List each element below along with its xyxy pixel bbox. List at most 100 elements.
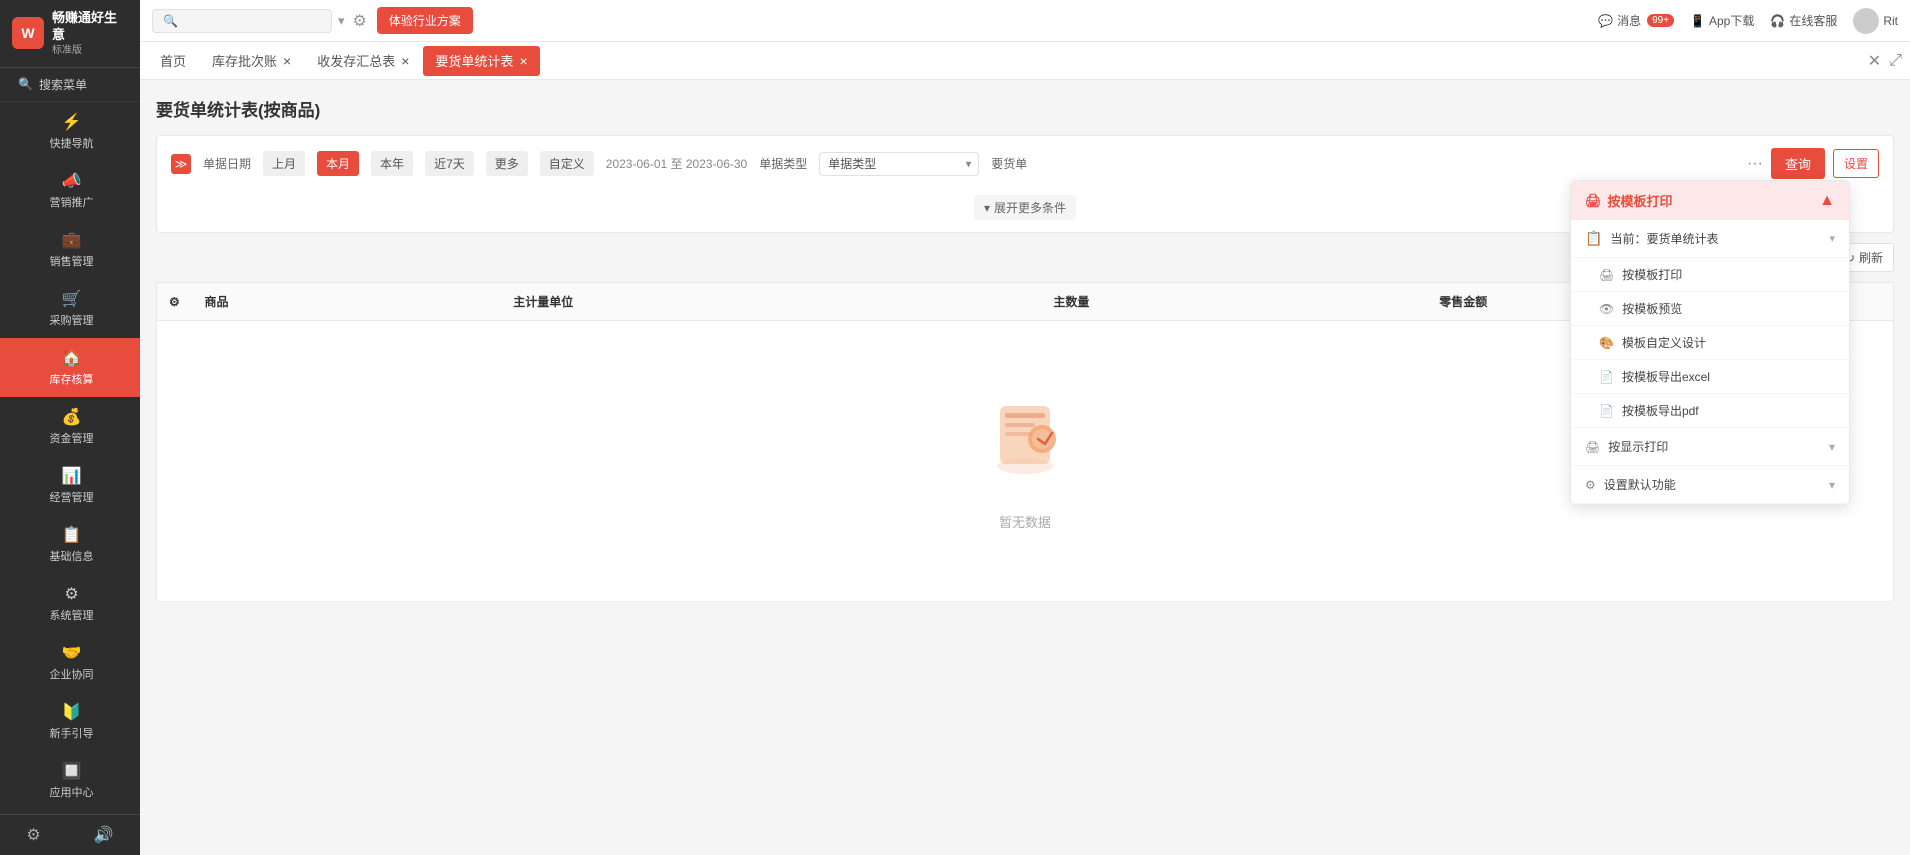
sidebar-item-xitong[interactable]: ⚙ 系统管理 — [0, 574, 140, 633]
service-icon: 🎧 — [1770, 14, 1785, 28]
user-name: Rit — [1883, 14, 1898, 28]
date-btn-jin7[interactable]: 近7天 — [425, 151, 474, 176]
filter-expand-icon[interactable]: ≫ — [171, 154, 191, 174]
trial-button[interactable]: 体验行业方案 — [377, 7, 473, 34]
sidebar-item-xiaoshou[interactable]: 💼 销售管理 — [0, 220, 140, 279]
dropdown-template-preview[interactable]: 👁 按模板预览 — [1571, 292, 1849, 326]
tab-kucun_pici[interactable]: 库存批次账× — [200, 46, 303, 76]
nav-label-yingxiao: 营销推广 — [50, 194, 94, 210]
nav-icon-yingyong: 🔲 — [62, 761, 82, 781]
logo-icon: W — [12, 17, 44, 49]
nav-label-xiaoshou: 销售管理 — [50, 253, 94, 269]
tab-label-yaohuo_tongji: 要货单统计表 — [435, 51, 513, 70]
header-right: 💬 消息 99+ 📱 App下载 🎧 在线客服 Rit — [1598, 8, 1898, 34]
date-filter-label: 单据日期 — [203, 155, 251, 172]
sidebar-item-kucun[interactable]: 🏠 库存核算 — [0, 338, 140, 397]
type-select-wrap: 单据类型 要货单 — [819, 152, 979, 176]
type-select[interactable]: 单据类型 要货单 — [819, 152, 979, 176]
sidebar-item-caigou[interactable]: 🛒 采购管理 — [0, 279, 140, 338]
tab-home[interactable]: 首页 — [148, 46, 198, 76]
export-pdf-icon: 📄 — [1599, 404, 1614, 418]
print-dropdown-panel: 🖨 按模板打印 ▲ 📋 当前：要货单统计表 ▾ 🖨 按模板打印 👁 按模板预览 … — [1570, 180, 1850, 505]
tab-close-shoufa_huizong[interactable]: × — [401, 53, 409, 69]
header-search-dropdown[interactable]: ▾ — [338, 13, 345, 29]
tab-shoufa_huizong[interactable]: 收发存汇总表 × — [305, 46, 421, 76]
sidebar-item-zijin[interactable]: 💰 资金管理 — [0, 397, 140, 456]
date-btn-zidingyi[interactable]: 自定义 — [540, 151, 594, 176]
nav-label-zijin: 资金管理 — [50, 430, 94, 446]
header-app-download[interactable]: 📱 App下载 — [1690, 12, 1754, 29]
template-print-icon: 🖨 — [1599, 268, 1614, 282]
nav-label-qiye: 企业协同 — [50, 666, 94, 682]
yaohuo-label: 要货单 — [991, 155, 1027, 172]
sidebar-item-jichu[interactable]: 📋 基础信息 — [0, 515, 140, 574]
sidebar-item-kuaijie[interactable]: ⚡ 快捷导航 — [0, 102, 140, 161]
settings-button[interactable]: 设置 — [1833, 149, 1879, 178]
date-btn-shangyue[interactable]: 上月 — [263, 151, 305, 176]
dropdown-template-export-excel[interactable]: 📄 按模板导出excel — [1571, 360, 1849, 394]
message-label: 消息 — [1617, 12, 1641, 29]
query-button[interactable]: 查询 — [1771, 148, 1825, 179]
dropdown-template-print[interactable]: 🖨 按模板打印 — [1571, 258, 1849, 292]
header-online-service[interactable]: 🎧 在线客服 — [1770, 12, 1837, 29]
dropdown-header: 🖨 按模板打印 ▲ — [1571, 181, 1849, 220]
header-search-input[interactable] — [178, 14, 308, 28]
tab-close-kucun_pici[interactable]: × — [283, 53, 291, 69]
tab-label-shoufa_huizong: 收发存汇总表 — [317, 51, 395, 70]
col-settings[interactable]: ⚙ — [157, 283, 193, 321]
window-expand-btn[interactable]: ⤢ — [1889, 52, 1902, 70]
empty-text: 暂无数据 — [169, 512, 1881, 531]
settings-bottom-icon[interactable]: ⚙ — [26, 825, 40, 845]
version-label: 标准版 — [52, 44, 128, 57]
header-message[interactable]: 💬 消息 99+ — [1598, 12, 1674, 29]
header-search-box[interactable]: 🔍 — [152, 9, 332, 33]
sidebar-item-qiye[interactable]: 🤝 企业协同 — [0, 633, 140, 692]
search-label: 搜索菜单 — [39, 76, 87, 93]
nav-icon-yingxiao: 📣 — [62, 171, 82, 191]
search-icon: 🔍 — [18, 77, 33, 91]
current-label: 当前：要货单统计表 — [1610, 230, 1718, 247]
dropdown-current[interactable]: 📋 当前：要货单统计表 ▾ — [1571, 220, 1849, 258]
default-fn-arrow: ▾ — [1829, 478, 1835, 492]
dropdown-template-export-pdf[interactable]: 📄 按模板导出pdf — [1571, 394, 1849, 428]
sidebar-item-yingxiao[interactable]: 📣 营销推广 — [0, 161, 140, 220]
dropdown-default-fn[interactable]: ⚙ 设置默认功能 ▾ — [1571, 466, 1849, 504]
template-preview-icon: 👁 — [1599, 302, 1614, 316]
nav-label-yingyong: 应用中心 — [50, 784, 94, 800]
sidebar-item-xinshou[interactable]: 🔰 新手引导 — [0, 692, 140, 751]
export-excel-icon: 📄 — [1599, 370, 1614, 384]
header-settings-icon[interactable]: ⚙ — [353, 11, 367, 31]
dropdown-template-design[interactable]: 🎨 模板自定义设计 — [1571, 326, 1849, 360]
brand-name: 畅赚通好生意 — [52, 10, 128, 44]
expand-more-button[interactable]: ▾ 展开更多条件 — [974, 195, 1076, 220]
app-logo: W 畅赚通好生意 标准版 — [0, 0, 140, 68]
window-close-btn[interactable]: ✕ — [1868, 51, 1881, 71]
nav-icon-jingying: 📊 — [62, 466, 82, 486]
dropdown-close-button[interactable]: ▲ — [1819, 192, 1835, 210]
date-btn-bennian[interactable]: 本年 — [371, 151, 413, 176]
header: 🔍 ▾ ⚙ 体验行业方案 💬 消息 99+ 📱 App下载 🎧 在线客服 Rit — [140, 0, 1910, 42]
header-user[interactable]: Rit — [1853, 8, 1898, 34]
export-excel-label: 按模板导出excel — [1622, 368, 1710, 385]
sidebar-nav: ⚡ 快捷导航 📣 营销推广 💼 销售管理 🛒 采购管理 🏠 库存核算 💰 资金管… — [0, 102, 140, 814]
app-icon: 📱 — [1690, 14, 1705, 28]
tab-bar: 首页库存批次账× 收发存汇总表 × 要货单统计表 × ✕ ⤢ — [140, 42, 1910, 80]
sidebar-item-yingyong[interactable]: 🔲 应用中心 — [0, 751, 140, 810]
tab-close-yaohuo_tongji[interactable]: × — [519, 53, 527, 69]
dropdown-display-print[interactable]: 🖨 按显示打印 ▾ — [1571, 428, 1849, 466]
dropdown-print-icon: 🖨 — [1585, 193, 1602, 209]
nav-icon-caigou: 🛒 — [62, 289, 82, 309]
nav-label-xinshou: 新手引导 — [50, 725, 94, 741]
date-btn-benyue[interactable]: 本月 — [317, 151, 359, 176]
expand-more-icon: ▾ — [984, 201, 990, 215]
sidebar-item-jingying[interactable]: 📊 经营管理 — [0, 456, 140, 515]
display-print-arrow: ▾ — [1829, 440, 1835, 454]
more-dots[interactable]: ··· — [1747, 155, 1763, 173]
date-btn-gengduo[interactable]: 更多 — [486, 151, 528, 176]
audio-bottom-icon[interactable]: 🔊 — [94, 825, 114, 845]
template-print-label: 按模板打印 — [1622, 266, 1682, 283]
sidebar-search[interactable]: 🔍 搜索菜单 — [0, 68, 140, 102]
nav-icon-qiye: 🤝 — [62, 643, 82, 663]
nav-icon-xitong: ⚙ — [64, 584, 78, 604]
tab-yaohuo_tongji[interactable]: 要货单统计表 × — [423, 46, 539, 76]
